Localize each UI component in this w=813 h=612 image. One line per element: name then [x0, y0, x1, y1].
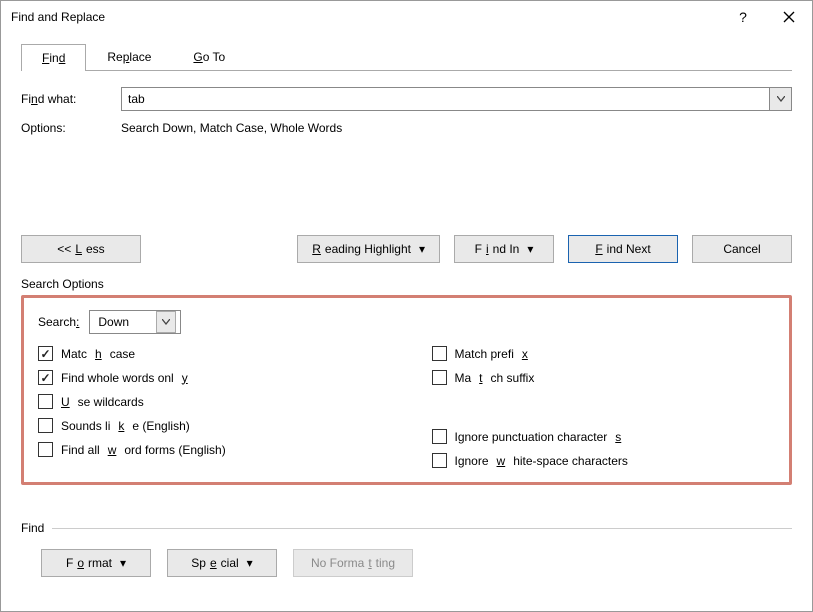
wildcards-checkbox[interactable]: Use wildcards — [38, 394, 382, 409]
caret-down-icon: ▾ — [120, 556, 126, 570]
search-direction-select[interactable]: Down — [89, 310, 181, 334]
checkbox-icon — [38, 442, 53, 457]
match-suffix-checkbox[interactable]: Match suffix — [432, 370, 776, 385]
sounds-like-checkbox[interactable]: Sounds like (English) — [38, 418, 382, 433]
format-button[interactable]: Format▾ — [41, 549, 151, 577]
chevron-down-icon — [777, 96, 785, 102]
word-forms-checkbox[interactable]: Find all word forms (English) — [38, 442, 382, 457]
checkbox-icon — [38, 370, 53, 385]
options-summary: Search Down, Match Case, Whole Words — [121, 121, 342, 135]
search-direction-value: Down — [98, 315, 129, 329]
help-icon: ? — [739, 9, 747, 25]
find-what-input[interactable] — [121, 87, 770, 111]
checkbox-icon — [432, 453, 447, 468]
ignore-punct-checkbox[interactable]: Ignore punctuation characters — [432, 429, 776, 444]
help-button[interactable]: ? — [720, 1, 766, 33]
checkbox-icon — [432, 370, 447, 385]
caret-down-icon: ▾ — [247, 556, 253, 570]
checkbox-icon — [432, 346, 447, 361]
checkbox-icon — [38, 346, 53, 361]
tab-goto[interactable]: Go To — [172, 43, 246, 70]
caret-down-icon: ▾ — [419, 242, 425, 256]
find-next-button[interactable]: Find Next — [568, 235, 678, 263]
find-what-history-button[interactable] — [770, 87, 792, 111]
window-title: Find and Replace — [11, 10, 105, 24]
tabs: Find Replace Go To — [21, 43, 792, 71]
match-prefix-checkbox[interactable]: Match prefix — [432, 346, 776, 361]
match-case-checkbox[interactable]: Match case — [38, 346, 382, 361]
checkbox-icon — [38, 418, 53, 433]
less-button[interactable]: << Less — [21, 235, 141, 263]
tab-find[interactable]: Find — [21, 44, 86, 71]
find-what-label: Find what: — [21, 92, 121, 106]
close-icon — [783, 11, 795, 23]
cancel-button[interactable]: Cancel — [692, 235, 792, 263]
find-in-button[interactable]: Find In▾ — [454, 235, 554, 263]
options-label: Options: — [21, 121, 121, 135]
caret-down-icon: ▾ — [527, 242, 533, 256]
separator — [52, 528, 792, 529]
chevron-down-icon — [156, 311, 176, 333]
find-section-label: Find — [21, 521, 44, 535]
reading-highlight-button[interactable]: Reading Highlight▾ — [297, 235, 440, 263]
checkbox-icon — [432, 429, 447, 444]
special-button[interactable]: Special▾ — [167, 549, 277, 577]
search-options-group: Search: Down Match case Find whole words… — [21, 295, 792, 485]
whole-words-checkbox[interactable]: Find whole words only — [38, 370, 382, 385]
search-direction-label: Search: — [38, 315, 79, 329]
ignore-whitespace-checkbox[interactable]: Ignore white-space characters — [432, 453, 776, 468]
checkbox-icon — [38, 394, 53, 409]
close-button[interactable] — [766, 1, 812, 33]
search-options-label: Search Options — [21, 277, 792, 291]
no-formatting-button: No Formatting — [293, 549, 413, 577]
tab-replace[interactable]: Replace — [86, 43, 172, 70]
titlebar: Find and Replace ? — [1, 1, 812, 33]
